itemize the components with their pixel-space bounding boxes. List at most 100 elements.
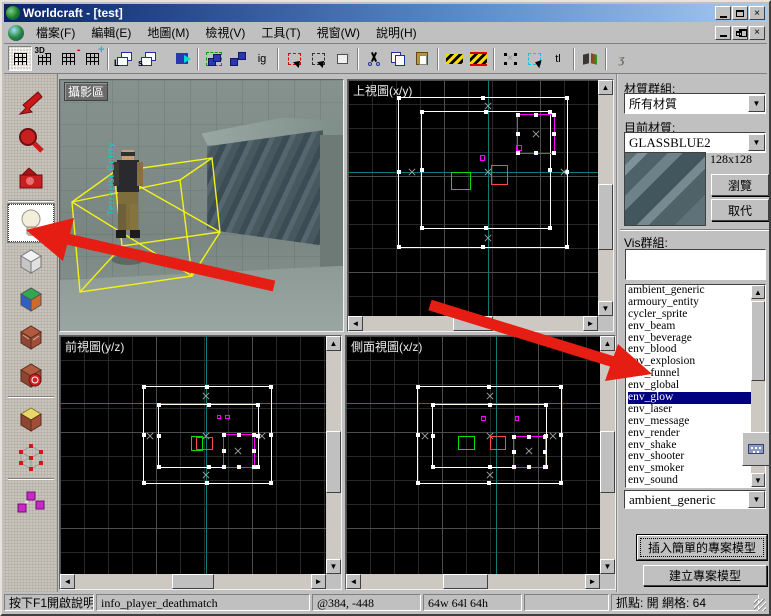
vertex-handle[interactable] — [255, 465, 260, 470]
brush-outline[interactable] — [480, 415, 486, 421]
cascade-large-button[interactable]: L — [112, 46, 136, 71]
vertex-handle[interactable] — [487, 384, 492, 389]
vertex-handle[interactable] — [157, 402, 162, 407]
vertex-handle[interactable] — [542, 450, 547, 455]
side-viewport[interactable]: 側面視圖(x/z) ▲ ▼ ◄ ► — [345, 335, 616, 590]
entity-origin-marker[interactable] — [524, 447, 533, 456]
menu-tools[interactable]: 工具(T) — [253, 21, 308, 44]
replace-button[interactable]: 取代 — [711, 199, 769, 221]
front-viewport-canvas[interactable] — [60, 336, 326, 574]
minimize-button[interactable] — [715, 6, 731, 20]
vertex-handle[interactable] — [558, 384, 563, 389]
vertex-handle[interactable] — [206, 402, 211, 407]
menu-edit[interactable]: 編輯(E) — [83, 21, 139, 44]
vertex-handle[interactable] — [542, 434, 547, 439]
clip-tool-button[interactable] — [8, 400, 54, 438]
vertex-handle[interactable] — [547, 167, 552, 172]
scroll-thumb[interactable] — [751, 301, 765, 381]
top-horizontal-scrollbar[interactable]: ◄ ► — [348, 316, 598, 331]
options-button[interactable]: ʒ — [610, 46, 634, 71]
top-viewport[interactable]: 上視圖(x/y) ▲ ▼ ◄ ► — [347, 79, 614, 332]
vertex-handle[interactable] — [511, 434, 516, 439]
vertex-handle[interactable] — [565, 244, 569, 249]
menu-view[interactable]: 檢視(V) — [197, 21, 253, 44]
magnify-tool-button[interactable] — [8, 122, 54, 160]
vertex-handle[interactable] — [416, 384, 421, 389]
vertex-handle[interactable] — [157, 465, 162, 470]
vertex-handle[interactable] — [221, 432, 226, 437]
vertex-handle[interactable] — [552, 112, 557, 117]
vertex-handle[interactable] — [431, 465, 436, 470]
vertex-handle[interactable] — [511, 465, 516, 470]
vis-group-listbox[interactable] — [625, 249, 766, 280]
scroll-down-icon[interactable]: ▼ — [751, 473, 765, 487]
vertex-handle[interactable] — [542, 465, 547, 470]
vertex-handle[interactable] — [255, 402, 260, 407]
grid-3d-button[interactable]: 3D — [32, 46, 56, 71]
vertex-handle[interactable] — [431, 434, 436, 439]
entity-origin-marker[interactable] — [485, 471, 494, 480]
entity-class-combo[interactable]: ambient_generic ▼ — [624, 490, 766, 509]
copy-button[interactable] — [386, 46, 410, 71]
entity-list-item[interactable]: cycler_sprite — [628, 308, 765, 321]
brush-outline[interactable] — [457, 435, 475, 451]
vertex-handle[interactable] — [205, 384, 210, 389]
entity-origin-marker[interactable] — [407, 167, 416, 176]
scroll-thumb[interactable] — [442, 574, 489, 589]
vertex-handle[interactable] — [481, 244, 485, 249]
brush-outline[interactable] — [514, 415, 519, 421]
path-tool-button[interactable] — [8, 482, 54, 520]
chevron-down-icon[interactable]: ▼ — [748, 95, 765, 112]
scroll-right-icon[interactable]: ► — [583, 316, 598, 331]
vertex-handle[interactable] — [516, 131, 521, 136]
close-button[interactable]: × — [749, 6, 765, 20]
scroll-right-icon[interactable]: ► — [585, 574, 600, 589]
brush-outline[interactable] — [516, 144, 523, 151]
group-button[interactable] — [202, 46, 226, 71]
vertex-handle[interactable] — [236, 465, 241, 470]
selection-handles-button[interactable]: × — [498, 46, 522, 71]
vertex-handle[interactable] — [419, 109, 424, 114]
brush-outline[interactable] — [489, 435, 506, 451]
cascade-small-button[interactable]: s — [136, 46, 160, 71]
brush-outline[interactable] — [490, 164, 508, 185]
vertex-handle[interactable] — [543, 402, 548, 407]
entity-list-item[interactable]: env_sound — [628, 474, 765, 487]
scroll-up-icon[interactable]: ▲ — [326, 336, 341, 351]
entity-origin-marker[interactable] — [484, 234, 493, 243]
brush-outline[interactable] — [450, 171, 471, 191]
vertex-handle[interactable] — [565, 95, 569, 100]
vertex-handle[interactable] — [487, 481, 492, 486]
scroll-left-icon[interactable]: ◄ — [60, 574, 75, 589]
menu-window[interactable]: 視窗(W) — [309, 21, 368, 44]
select-enclosed-button[interactable] — [306, 46, 330, 71]
entity-origin-marker[interactable] — [485, 391, 494, 400]
menu-map[interactable]: 地圖(M) — [139, 21, 197, 44]
entity-origin-marker[interactable] — [258, 431, 267, 440]
brush-outline[interactable] — [479, 154, 485, 161]
vertex-handle[interactable] — [416, 481, 421, 486]
entity-origin-marker[interactable] — [531, 130, 540, 139]
current-texture-combo[interactable]: GLASSBLUE2 ▼ — [624, 132, 766, 153]
scroll-up-icon[interactable]: ▲ — [751, 285, 765, 299]
scroll-up-icon[interactable]: ▲ — [598, 80, 613, 95]
chevron-down-icon[interactable]: ▼ — [748, 134, 765, 151]
entity-tool-button[interactable] — [6, 203, 55, 243]
resize-grip[interactable] — [754, 599, 766, 611]
vertex-handle[interactable] — [534, 150, 539, 155]
vertex-handle[interactable] — [221, 448, 226, 453]
scroll-down-icon[interactable]: ▼ — [326, 559, 341, 574]
brush-outline[interactable] — [216, 414, 221, 420]
entity-origin-marker[interactable] — [202, 391, 211, 400]
scroll-left-icon[interactable]: ◄ — [346, 574, 361, 589]
vertex-handle[interactable] — [142, 384, 147, 389]
side-vertical-scrollbar[interactable]: ▲ ▼ — [600, 336, 615, 574]
vertex-handle[interactable] — [206, 465, 211, 470]
top-viewport-canvas[interactable] — [348, 80, 598, 316]
selection-tool-button[interactable] — [8, 84, 54, 122]
vertex-handle[interactable] — [419, 225, 424, 230]
decal-tool-button[interactable] — [8, 356, 54, 394]
vertex-handle[interactable] — [516, 150, 521, 155]
vertex-handle[interactable] — [527, 434, 532, 439]
vertex-handle[interactable] — [397, 170, 401, 175]
